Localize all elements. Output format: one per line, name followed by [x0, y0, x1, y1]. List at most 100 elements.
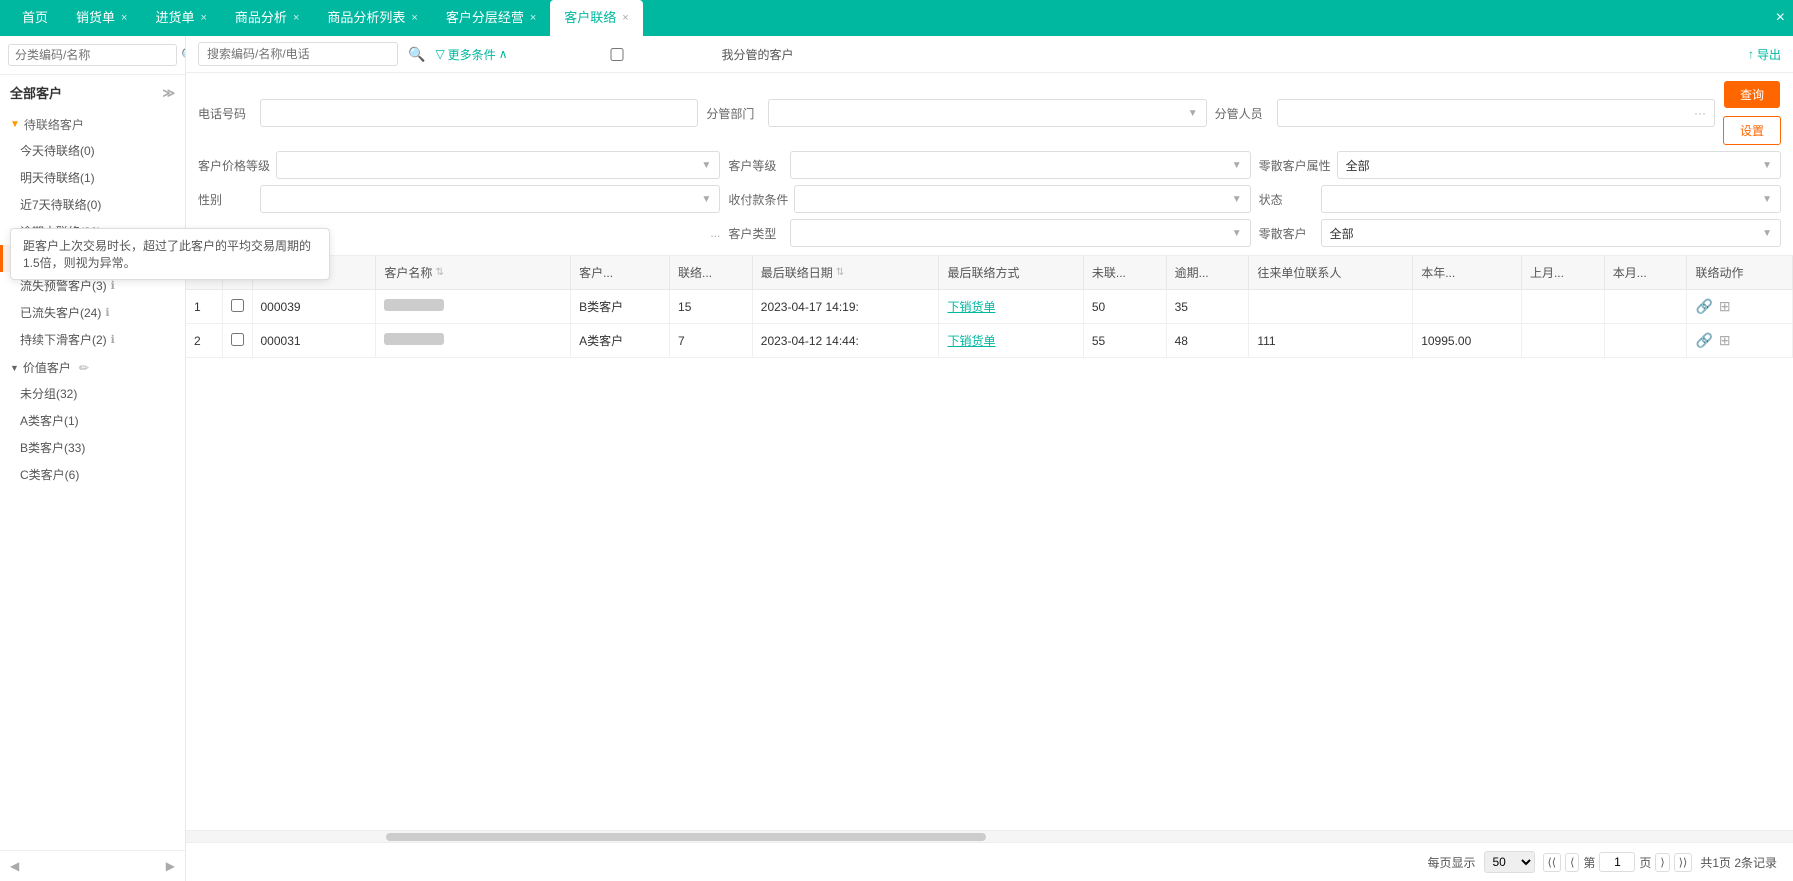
cell-checkbox[interactable]	[222, 290, 252, 324]
phone-input[interactable]	[260, 99, 698, 127]
retail-customer-select[interactable]: 全部 ▼	[1321, 219, 1781, 247]
sidebar-item-a-class[interactable]: A类客户(1)	[0, 407, 185, 434]
action-grid-icon[interactable]: ⊞	[1719, 332, 1731, 349]
per-page-select[interactable]: 50 100 200	[1484, 851, 1535, 873]
close-segment-tab[interactable]: ×	[530, 0, 536, 36]
query-button[interactable]: 查询	[1724, 81, 1780, 108]
price-level-select[interactable]: ▼	[276, 151, 720, 179]
action-link-icon[interactable]: 🔗	[1695, 298, 1712, 315]
close-sales-tab[interactable]: ×	[121, 0, 127, 36]
col-last-month[interactable]: 上月...	[1521, 256, 1604, 290]
close-analysis-list-tab[interactable]: ×	[411, 0, 417, 36]
filter-row-2: 客户价格等级 ▼ 客户等级 ▼ 零散客户属性 全部	[198, 151, 1781, 179]
sidebar-item-today[interactable]: 今天待联络(0)	[0, 137, 185, 164]
col-overdue[interactable]: 逾期...	[1166, 256, 1249, 290]
manager-label: 分管人员	[1215, 105, 1271, 122]
tab-purchase[interactable]: 进货单 ×	[141, 0, 220, 36]
cell-name	[376, 324, 571, 358]
sidebar-item-ungroup[interactable]: 未分组(32)	[0, 380, 185, 407]
sidebar-item-already-lost[interactable]: 已流失客户(24) ℹ	[0, 299, 185, 326]
payment-select[interactable]: ▼	[794, 185, 1250, 213]
next-page-btn[interactable]: ⟩	[1655, 853, 1669, 872]
category-search-input[interactable]	[8, 44, 177, 66]
value-customers-group[interactable]: ▼ 价值客户 ✏	[0, 353, 185, 380]
action-link-icon[interactable]: 🔗	[1695, 332, 1712, 349]
manager-select[interactable]: ···	[1277, 99, 1715, 127]
pending-contact-section: ▼ 待联络客户	[0, 110, 185, 137]
triangle-icon: ▼	[10, 119, 20, 130]
dept-select[interactable]: ▼	[768, 99, 1206, 127]
gender-select[interactable]: ▼	[260, 185, 720, 213]
table-container: ⚙ 客户编码 ⇅ 客户名称	[186, 256, 1793, 830]
contact-method-link[interactable]: 下销货单	[947, 300, 995, 314]
tab-customer-contact[interactable]: 客户联络 ×	[550, 0, 642, 36]
last-page-btn[interactable]: ⟩⟩	[1674, 853, 1693, 872]
retail-attr-select[interactable]: 全部 ▼	[1337, 151, 1781, 179]
filter-search-icon[interactable]: 🔍	[408, 46, 425, 63]
customer-type-chevron-icon: ▼	[1232, 228, 1242, 239]
action-grid-icon[interactable]: ⊞	[1719, 298, 1731, 315]
page-number-input[interactable]	[1599, 852, 1635, 872]
payment-chevron-icon: ▼	[1232, 194, 1242, 205]
search-input[interactable]	[198, 42, 398, 66]
customer-level-chevron-icon: ▼	[1232, 160, 1242, 171]
date-sort-icon: ⇅	[836, 267, 844, 278]
my-customer-checkbox[interactable]: 我分管的客户	[517, 46, 793, 63]
status-select[interactable]: ▼	[1321, 185, 1781, 213]
sidebar-item-declining[interactable]: 持续下滑客户(2) ℹ	[0, 326, 185, 353]
sidebar-item-c-class[interactable]: C类客户(6)	[0, 461, 185, 488]
cell-checkbox[interactable]	[222, 324, 252, 358]
scroll-thumb[interactable]	[386, 833, 986, 841]
prev-page-btn[interactable]: ⟨	[1565, 853, 1579, 872]
col-category[interactable]: 客户...	[571, 256, 670, 290]
more-conditions-btn[interactable]: ▽ 更多条件 ∧	[435, 46, 507, 63]
customer-level-select[interactable]: ▼	[790, 151, 1250, 179]
sidebar-item-7days[interactable]: 近7天待联络(0)	[0, 191, 185, 218]
col-name[interactable]: 客户名称 ⇅	[376, 256, 571, 290]
col-last-method[interactable]: 最后联络方式	[939, 256, 1083, 290]
cell-last-method: 下销货单	[939, 290, 1083, 324]
cell-last-month	[1521, 324, 1604, 358]
manager-ellipsis[interactable]: ···	[1694, 106, 1706, 120]
all-customers-header[interactable]: 全部客户 ≫	[0, 75, 185, 110]
tab-home[interactable]: 首页	[8, 0, 62, 36]
col-contacts[interactable]: 往来单位联系人	[1249, 256, 1413, 290]
horizontal-scrollbar[interactable]	[186, 830, 1793, 842]
col-pending[interactable]: 未联...	[1083, 256, 1166, 290]
top-navigation: 首页 销货单 × 进货单 × 商品分析 × 商品分析列表 × 客户分层经营 × …	[0, 0, 1793, 36]
retail-attr-chevron-icon: ▼	[1762, 160, 1772, 171]
total-records-label: 共1页 2条记录	[1700, 854, 1777, 871]
tab-sales[interactable]: 销货单 ×	[62, 0, 141, 36]
export-button[interactable]: ↑ 导出	[1748, 46, 1781, 63]
close-analysis-tab[interactable]: ×	[293, 0, 299, 36]
settings-button[interactable]: 设置	[1723, 116, 1781, 145]
chevron-up-icon: ∧	[499, 47, 508, 61]
sidebar: 🔍 全部客户 ≫ ▼ 待联络客户 今天待联络(0) 明天待联络(1) 近7天待联…	[0, 36, 186, 881]
sidebar-item-b-class[interactable]: B类客户(33)	[0, 434, 185, 461]
my-customer-check[interactable]	[517, 48, 717, 61]
sidebar-next-btn[interactable]: ▶	[166, 859, 175, 873]
contact-method-link[interactable]: 下销货单	[947, 334, 995, 348]
edit-value-icon[interactable]: ✏	[79, 361, 89, 375]
customer-type-select[interactable]: ▼	[790, 219, 1250, 247]
col-this-year[interactable]: 本年...	[1413, 256, 1522, 290]
tab-analysis[interactable]: 商品分析 ×	[221, 0, 313, 36]
filter-payment: 收付款条件 ▼	[728, 185, 1250, 213]
cell-category: B类客户	[571, 290, 670, 324]
tab-analysis-list[interactable]: 商品分析列表 ×	[313, 0, 431, 36]
cell-this-year	[1413, 290, 1522, 324]
collapse-icon: ≫	[162, 86, 175, 100]
col-this-month[interactable]: 本月...	[1604, 256, 1687, 290]
sidebar-item-tomorrow[interactable]: 明天待联络(1)	[0, 164, 185, 191]
close-contact-tab[interactable]: ×	[622, 0, 628, 36]
first-page-btn[interactable]: ⟨⟨	[1543, 853, 1562, 872]
close-purchase-tab[interactable]: ×	[200, 0, 206, 36]
filter-ellipsis[interactable]: ...	[710, 226, 720, 240]
customer-level-label: 客户等级	[728, 157, 784, 174]
col-last-date[interactable]: 最后联络日期 ⇅	[752, 256, 939, 290]
close-all-button[interactable]: ×	[1776, 9, 1785, 27]
tab-customer-segment[interactable]: 客户分层经营 ×	[432, 0, 550, 36]
cell-this-month	[1604, 324, 1687, 358]
sidebar-prev-btn[interactable]: ◀	[10, 859, 19, 873]
col-contact[interactable]: 联络...	[670, 256, 753, 290]
